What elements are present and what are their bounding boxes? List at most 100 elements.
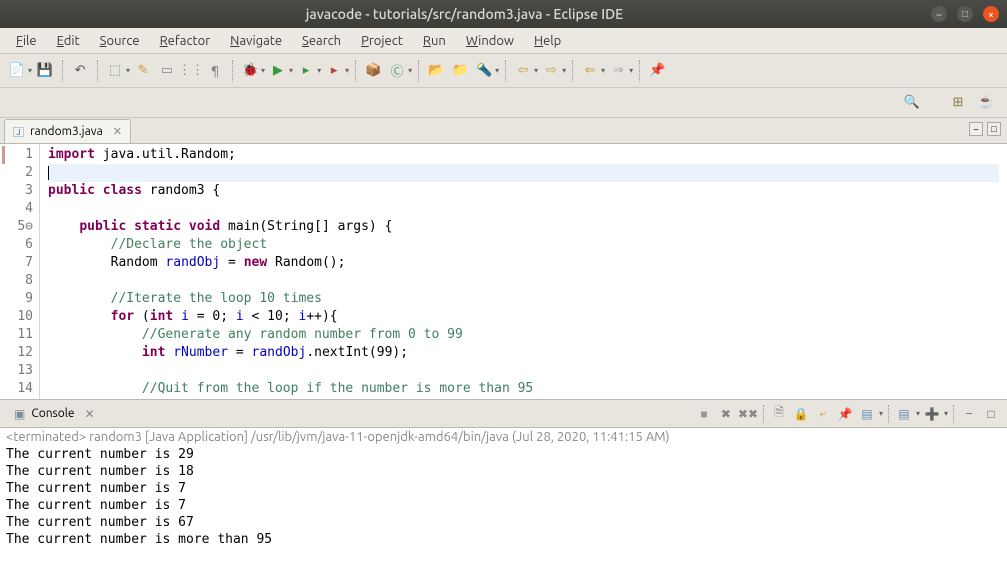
open-perspective-button[interactable]: ⊞ <box>947 92 969 114</box>
scroll-lock-button[interactable]: 🔒 <box>791 405 811 423</box>
console-output[interactable]: <terminated> random3 [Java Application] … <box>0 428 1007 579</box>
menu-search[interactable]: Search <box>292 30 351 52</box>
menu-navigate[interactable]: Navigate <box>220 30 292 52</box>
menu-project[interactable]: Project <box>351 30 413 52</box>
code-area[interactable]: import java.util.Random; public class ran… <box>40 144 1007 399</box>
line-number[interactable]: 11 <box>2 326 33 344</box>
code-line[interactable]: for (int i = 0; i < 10; i++){ <box>48 308 999 326</box>
code-line[interactable]: //Iterate the loop 10 times <box>48 290 999 308</box>
pin-editor-button[interactable]: 📌 <box>646 60 668 82</box>
window-minimize-button[interactable]: – <box>931 6 947 22</box>
open-task-button[interactable]: 📂 <box>425 60 447 82</box>
code-line[interactable]: //Generate any random number from 0 to 9… <box>48 326 999 344</box>
back-button[interactable]: ⇐ <box>579 60 601 82</box>
line-number[interactable]: 3 <box>2 182 33 200</box>
close-tab-icon[interactable]: ✕ <box>113 125 122 138</box>
code-line[interactable]: //Quit from the loop if the number is mo… <box>48 380 999 398</box>
new-button[interactable]: 📄 <box>6 60 28 82</box>
dropdown-icon[interactable]: ▾ <box>289 66 293 75</box>
dropdown-icon[interactable]: ▾ <box>126 66 130 75</box>
open-console-button[interactable]: ▤ <box>894 405 914 423</box>
line-number[interactable]: 8 <box>2 272 33 290</box>
menu-help[interactable]: Help <box>524 30 571 52</box>
maximize-console-button[interactable]: □ <box>981 405 1001 423</box>
line-number[interactable]: 13 <box>2 362 33 380</box>
code-line[interactable]: public static void main(String[] args) { <box>48 218 999 236</box>
menu-edit[interactable]: Edit <box>47 30 90 52</box>
terminate-button[interactable]: ■ <box>694 405 714 423</box>
window-maximize-button[interactable]: □ <box>957 6 973 22</box>
remove-all-button[interactable]: ✖✖ <box>738 405 758 423</box>
code-line[interactable] <box>48 200 999 218</box>
dropdown-icon[interactable]: ▾ <box>495 66 499 75</box>
show-whitespace-button[interactable]: ⋮⋮ <box>180 60 202 82</box>
word-wrap-button[interactable]: ⤶ <box>813 405 833 423</box>
prev-annotation-button[interactable]: ⇦ <box>512 60 534 82</box>
toggle-mark-button[interactable]: ✎ <box>132 60 154 82</box>
block-select-button[interactable]: ▭ <box>156 60 178 82</box>
code-line[interactable]: Random randObj = new Random(); <box>48 254 999 272</box>
dropdown-icon[interactable]: ▾ <box>601 66 605 75</box>
window-close-button[interactable]: × <box>983 6 999 22</box>
code-line[interactable]: public class random3 { <box>48 182 999 200</box>
undo-button[interactable]: ↶ <box>69 60 91 82</box>
close-tab-icon[interactable]: ✕ <box>85 407 95 421</box>
line-number[interactable]: 2 <box>2 164 33 182</box>
open-resource-button[interactable]: 📁 <box>449 60 471 82</box>
maximize-view-button[interactable]: □ <box>987 122 1001 136</box>
new-console-view-button[interactable]: ➕ <box>922 405 942 423</box>
dropdown-icon[interactable]: ▾ <box>261 66 265 75</box>
line-number[interactable]: 1 <box>2 146 33 164</box>
search-button[interactable]: 🔦 <box>473 60 495 82</box>
line-number[interactable]: 9 <box>2 290 33 308</box>
minimize-console-button[interactable]: – <box>959 405 979 423</box>
minimize-view-button[interactable]: – <box>969 122 983 136</box>
editor-tab[interactable]: 🄹 random3.java ✕ <box>4 119 131 143</box>
dropdown-icon[interactable]: ▾ <box>345 66 349 75</box>
code-editor[interactable]: 1 2 3 45⊖ 6 7 8 9 10 11 12 13 14 import … <box>0 144 1007 400</box>
menu-run[interactable]: Run <box>413 30 456 52</box>
code-line[interactable] <box>48 164 999 182</box>
code-line[interactable] <box>48 272 999 290</box>
save-button[interactable]: 💾 <box>34 60 56 82</box>
run-last-button[interactable]: ▸ <box>323 60 345 82</box>
console-tab[interactable]: ▣ Console ✕ <box>6 403 103 425</box>
display-console-button[interactable]: ▤ <box>857 405 877 423</box>
dropdown-icon[interactable]: ▾ <box>534 66 538 75</box>
toggle-breadcrumb-button[interactable]: ¶ <box>204 60 226 82</box>
line-number[interactable]: 6 <box>2 236 33 254</box>
menu-refactor[interactable]: Refactor <box>150 30 221 52</box>
run-button[interactable]: ▶ <box>267 60 289 82</box>
pin-console-button[interactable]: 📌 <box>835 405 855 423</box>
dropdown-icon[interactable]: ▾ <box>562 66 566 75</box>
menu-source[interactable]: Source <box>90 30 150 52</box>
dropdown-icon[interactable]: ▾ <box>629 66 633 75</box>
code-line[interactable]: int rNumber = randObj.nextInt(99); <box>48 344 999 362</box>
next-annotation-button[interactable]: ⇨ <box>540 60 562 82</box>
line-number[interactable]: 10 <box>2 308 33 326</box>
line-number[interactable]: 7 <box>2 254 33 272</box>
new-class-button[interactable]: Ⓒ <box>386 60 408 82</box>
code-line[interactable]: //Declare the object <box>48 236 999 254</box>
forward-button[interactable]: ⇒ <box>607 60 629 82</box>
quick-access-icon[interactable]: 🔍 <box>901 92 923 114</box>
menu-window[interactable]: Window <box>456 30 524 52</box>
debug-button[interactable]: 🐞 <box>239 60 261 82</box>
line-number[interactable]: 5⊖ <box>2 218 33 236</box>
dropdown-icon[interactable]: ▾ <box>28 66 32 75</box>
java-perspective-button[interactable]: ☕ <box>975 92 997 114</box>
menu-file[interactable]: File <box>6 30 47 52</box>
new-package-button[interactable]: 📦 <box>362 60 384 82</box>
code-line[interactable] <box>48 362 999 380</box>
code-line[interactable]: import java.util.Random; <box>48 146 999 164</box>
clear-console-button[interactable]: 🗎 <box>769 405 789 423</box>
line-number[interactable]: 14 <box>2 380 33 398</box>
dropdown-icon[interactable]: ▾ <box>317 66 321 75</box>
remove-launch-button[interactable]: ✖ <box>716 405 736 423</box>
line-number-gutter[interactable]: 1 2 3 45⊖ 6 7 8 9 10 11 12 13 14 <box>0 144 40 399</box>
open-type-button[interactable]: ⬚ <box>104 60 126 82</box>
coverage-button[interactable]: ▸ <box>295 60 317 82</box>
line-number[interactable]: 4 <box>2 200 33 218</box>
dropdown-icon[interactable]: ▾ <box>408 66 412 75</box>
line-number[interactable]: 12 <box>2 344 33 362</box>
